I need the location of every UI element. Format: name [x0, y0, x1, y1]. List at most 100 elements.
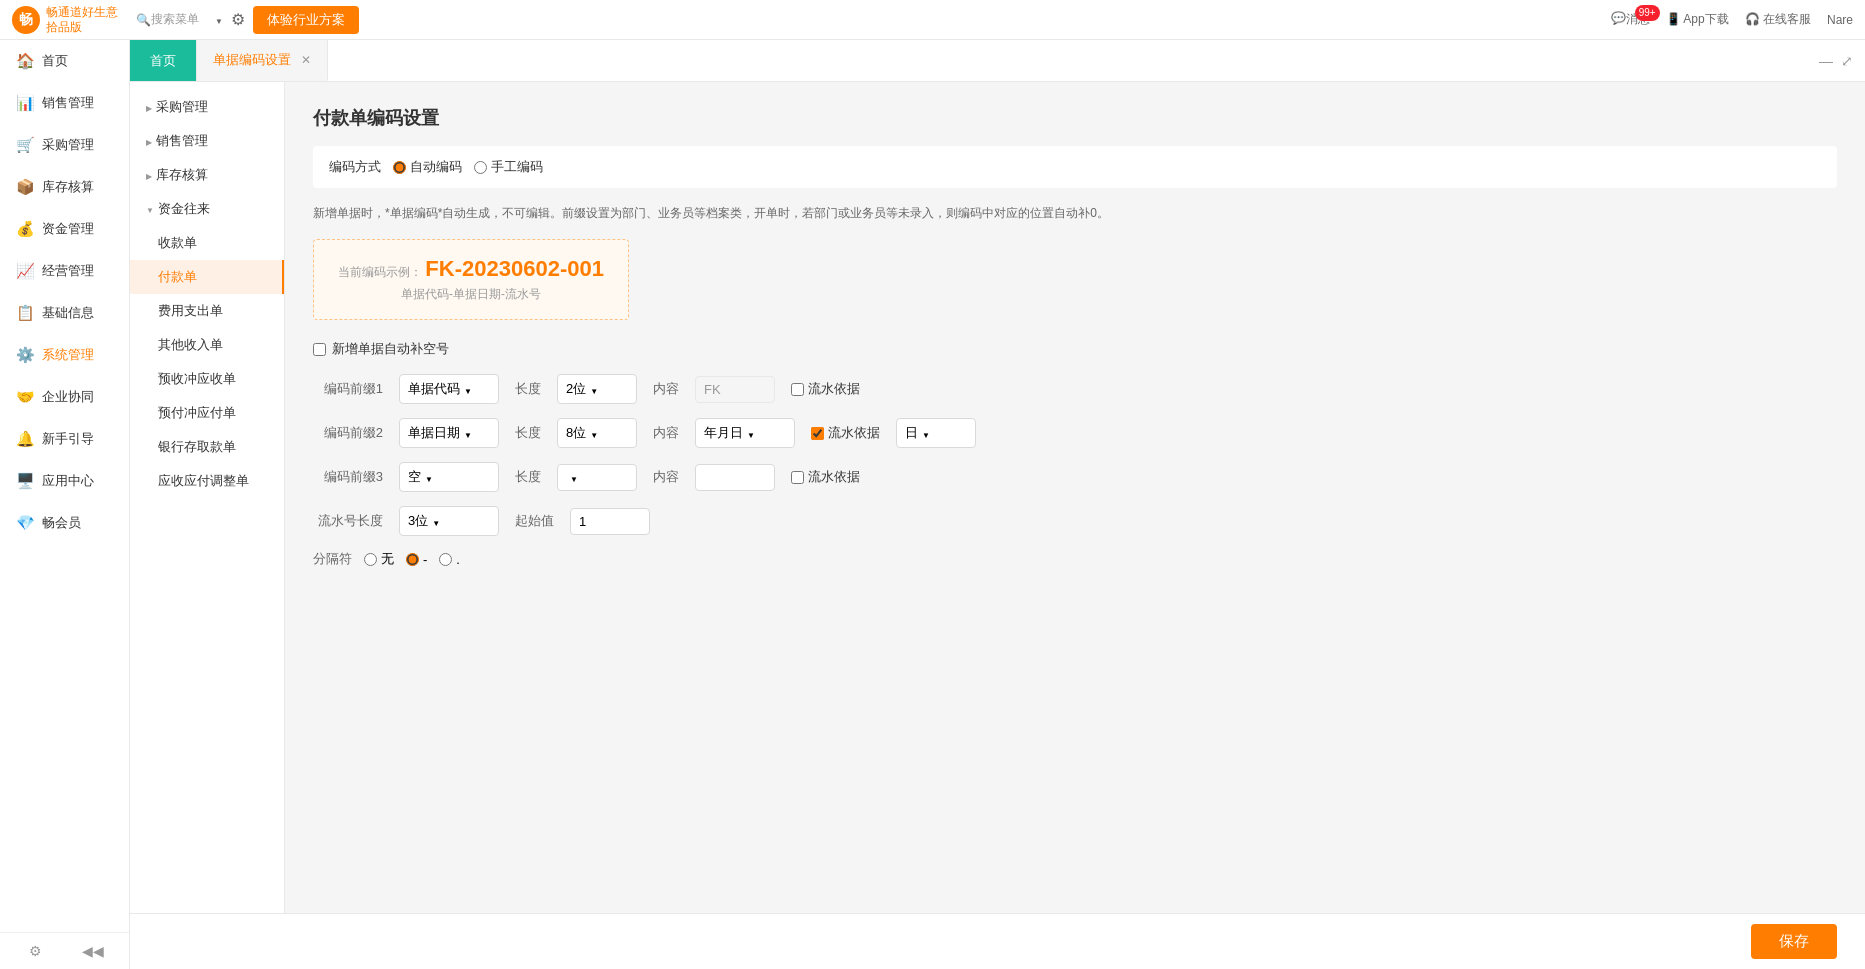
sub-nav-advance-receipt[interactable]: 预收冲应收单	[130, 362, 284, 396]
auto-encode-input[interactable]	[393, 161, 406, 174]
tab-close-icon[interactable]: ✕	[301, 53, 311, 67]
prefix2-serial-checkbox[interactable]: 流水依据	[811, 424, 880, 442]
separator-dash-input[interactable]	[406, 553, 419, 566]
chevron-down-icon	[464, 382, 472, 397]
top-bar-dropdown[interactable]	[215, 12, 223, 27]
online-service-btn[interactable]: 🎧 在线客服	[1745, 11, 1811, 28]
tab-bar: 首页 单据编码设置 ✕ — ⤢	[130, 40, 1865, 82]
sub-nav-expense[interactable]: 费用支出单	[130, 294, 284, 328]
chevron-down-icon	[570, 470, 578, 485]
sub-nav-other-income[interactable]: 其他收入单	[130, 328, 284, 362]
prefix2-length-label: 长度	[515, 424, 541, 442]
prefix3-serial-checkbox[interactable]: 流水依据	[791, 468, 860, 486]
manual-encode-radio[interactable]: 手工编码	[474, 158, 543, 176]
prefix1-serial-input[interactable]	[791, 383, 804, 396]
sidebar-item-members[interactable]: 💎 畅会员	[0, 502, 129, 544]
separator-none-radio[interactable]: 无	[364, 550, 394, 568]
sub-nav-capital-title[interactable]: 资金往来	[130, 192, 284, 226]
prefix1-length-select[interactable]: 2位	[557, 374, 637, 404]
prefix1-label: 编码前缀1	[313, 380, 383, 398]
prefix3-length-select[interactable]	[557, 464, 637, 491]
prefix-row-2: 编码前缀2 单据日期 长度 8位 内容 年月日	[313, 418, 1837, 448]
sub-nav-bank[interactable]: 银行存取款单	[130, 430, 284, 464]
sidebar-item-home[interactable]: 🏠 首页	[0, 40, 129, 82]
sidebar-item-guide[interactable]: 🔔 新手引导	[0, 418, 129, 460]
minimize-icon[interactable]: —	[1819, 53, 1833, 69]
sidebar-item-system[interactable]: ⚙️ 系统管理	[0, 334, 129, 376]
prefix2-content-select[interactable]: 年月日	[695, 418, 795, 448]
prefix3-serial-input[interactable]	[791, 471, 804, 484]
encoding-method-label: 编码方式	[329, 158, 381, 176]
prefix-row-3: 编码前缀3 空 长度 内容 流水依据	[313, 462, 1837, 492]
message-btn[interactable]: 💬 消息 99+	[1611, 11, 1650, 28]
chevron-down-icon	[922, 426, 930, 441]
form-area: 付款单编码设置 编码方式 自动编码 手工编码 新增单据时，*单据编码*自动生成，…	[285, 82, 1865, 913]
separator-none-input[interactable]	[364, 553, 377, 566]
guide-icon: 🔔	[16, 430, 34, 448]
serial-length-select[interactable]: 3位	[399, 506, 499, 536]
chevron-down-icon	[590, 426, 598, 441]
main-content: 采购管理 销售管理 库存核算	[130, 82, 1865, 913]
separator-dot-input[interactable]	[439, 553, 452, 566]
code-preview-label: 当前编码示例： FK-20230602-001	[338, 256, 604, 282]
sub-nav-receipt[interactable]: 收款单	[130, 226, 284, 260]
sub-nav-advance-payment[interactable]: 预付冲应付单	[130, 396, 284, 430]
logo: 畅 畅通道好生意 拾品版	[12, 5, 118, 34]
maximize-icon[interactable]: ⤢	[1841, 53, 1853, 69]
code-preview-desc: 单据代码-单据日期-流水号	[338, 286, 604, 303]
sub-nav-sales-title[interactable]: 销售管理	[130, 124, 284, 158]
prefix1-serial-checkbox[interactable]: 流水依据	[791, 380, 860, 398]
app-download-btn[interactable]: 📱 App下载	[1666, 11, 1729, 28]
chevron-down-icon	[215, 12, 223, 27]
auto-fill-row: 新增单据自动补空号	[313, 340, 1837, 358]
auto-fill-checkbox[interactable]	[313, 343, 326, 356]
prefix1-select[interactable]: 单据代码	[399, 374, 499, 404]
settings-icon[interactable]: ⚙	[231, 10, 245, 29]
start-value-label: 起始值	[515, 512, 554, 530]
sidebar-item-finance[interactable]: 💰 资金管理	[0, 208, 129, 250]
prefix-row-1: 编码前缀1 单据代码 长度 2位 内容 流水依据	[313, 374, 1837, 404]
prefix2-length-select[interactable]: 8位	[557, 418, 637, 448]
separator-dot-radio[interactable]: .	[439, 552, 460, 567]
sub-nav-adjustment[interactable]: 应收应付调整单	[130, 464, 284, 498]
sub-nav-inventory-title[interactable]: 库存核算	[130, 158, 284, 192]
manual-encode-input[interactable]	[474, 161, 487, 174]
app-center-icon: 🖥️	[16, 472, 34, 490]
serial-length-label: 流水号长度	[313, 512, 383, 530]
prefix3-select[interactable]: 空	[399, 462, 499, 492]
auto-encode-radio[interactable]: 自动编码	[393, 158, 462, 176]
members-icon: 💎	[16, 514, 34, 532]
encoding-method-row: 编码方式 自动编码 手工编码	[313, 146, 1837, 188]
tab-home[interactable]: 首页	[130, 40, 197, 81]
collapse-btn[interactable]: ◀◀	[68, 943, 120, 959]
chevron-down-icon	[590, 382, 598, 397]
sub-nav-group-capital: 资金往来 收款单 付款单 费用支出单 其他收入单 预收冲应收单 预付冲应付单 银…	[130, 192, 284, 498]
start-value-input[interactable]	[570, 508, 650, 535]
save-button[interactable]: 保存	[1751, 924, 1837, 959]
tab-encoding-settings[interactable]: 单据编码设置 ✕	[197, 40, 328, 81]
sidebar-item-basic-info[interactable]: 📋 基础信息	[0, 292, 129, 334]
settings-bottom-btn[interactable]: ⚙	[10, 943, 62, 959]
sidebar-item-enterprise[interactable]: 🤝 企业协同	[0, 376, 129, 418]
prefix2-serial-input[interactable]	[811, 427, 824, 440]
sub-nav-payment[interactable]: 付款单	[130, 260, 284, 294]
prefix1-length-label: 长度	[515, 380, 541, 398]
prefix3-content-input[interactable]	[695, 464, 775, 491]
trial-btn[interactable]: 体验行业方案	[253, 6, 359, 34]
search-menu[interactable]: 🔍 搜索菜单	[128, 11, 207, 28]
sub-nav: 采购管理 销售管理 库存核算	[130, 82, 285, 913]
prefix2-period-select[interactable]: 日	[896, 418, 976, 448]
separator-dash-radio[interactable]: -	[406, 552, 427, 567]
prefix3-label: 编码前缀3	[313, 468, 383, 486]
sidebar-item-app-center[interactable]: 🖥️ 应用中心	[0, 460, 129, 502]
prefix2-select[interactable]: 单据日期	[399, 418, 499, 448]
sidebar-item-purchase[interactable]: 🛒 采购管理	[0, 124, 129, 166]
chevron-down-icon	[425, 470, 433, 485]
sidebar-item-operations[interactable]: 📈 经营管理	[0, 250, 129, 292]
sub-nav-purchase-title[interactable]: 采购管理	[130, 90, 284, 124]
separator-row: 分隔符 无 - .	[313, 550, 1837, 568]
main-layout: 🏠 首页 📊 销售管理 🛒 采购管理 📦 库存核算 💰 资金管理 📈 经营管理 …	[0, 40, 1865, 969]
prefix1-content-label: 内容	[653, 380, 679, 398]
sidebar-item-inventory[interactable]: 📦 库存核算	[0, 166, 129, 208]
sidebar-item-sales[interactable]: 📊 销售管理	[0, 82, 129, 124]
